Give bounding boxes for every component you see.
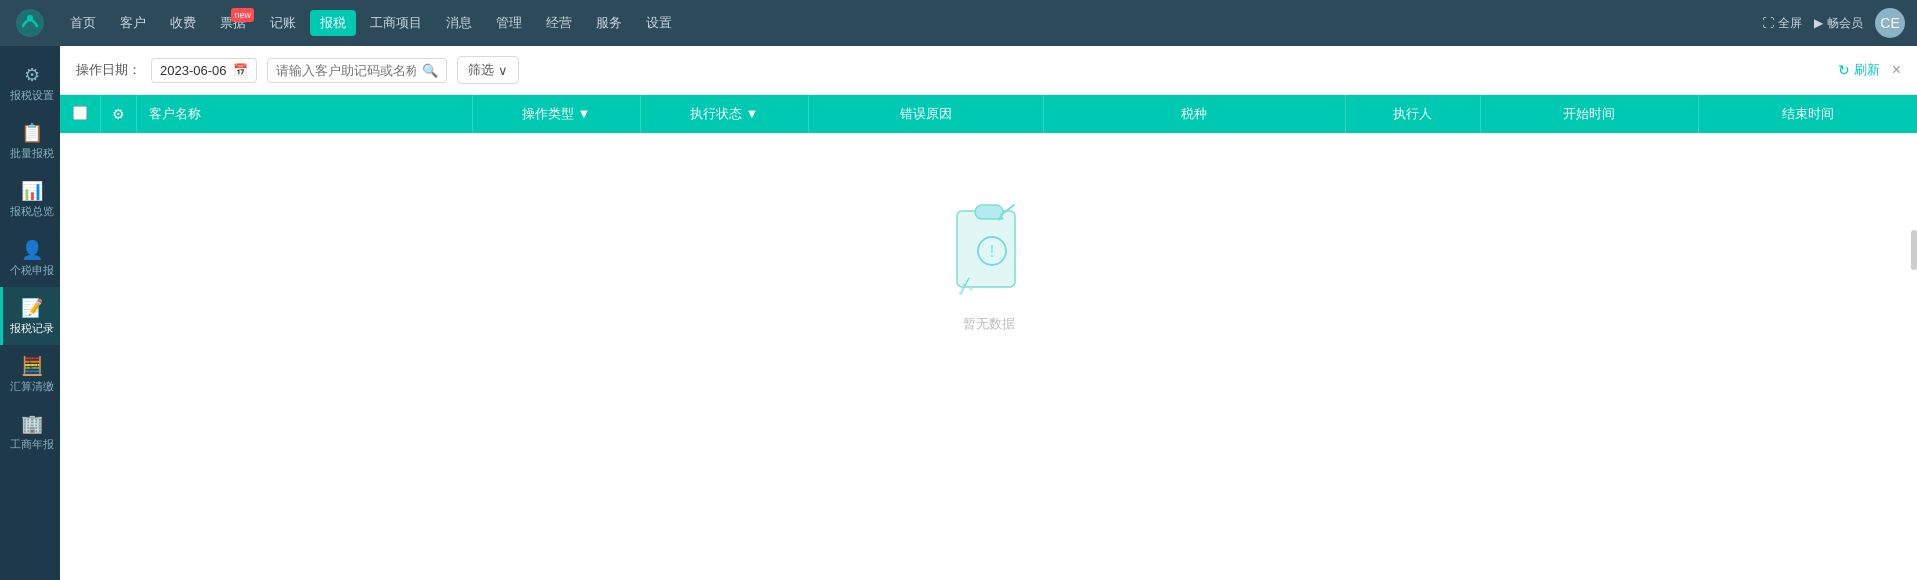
member-button[interactable]: ▶ 畅会员	[1814, 15, 1863, 32]
empty-text: 暂无数据	[963, 315, 1015, 333]
data-table: ⚙ 客户名称 操作类型 ▼ 执行状态 ▼ 错误原因 税种 执行人 开始时间 结束…	[60, 95, 1917, 373]
person-tax-icon: 👤	[21, 239, 43, 261]
nav-item-收费[interactable]: 收费	[160, 10, 206, 36]
nav-badge-票据: new	[231, 8, 254, 22]
nav-item-客户[interactable]: 客户	[110, 10, 156, 36]
sidebar-item-报税总览[interactable]: 📊 报税总览	[0, 170, 60, 228]
fullscreen-button[interactable]: ⛶ 全屏	[1762, 15, 1802, 32]
table-container: ⚙ 客户名称 操作类型 ▼ 执行状态 ▼ 错误原因 税种 执行人 开始时间 结束…	[60, 95, 1917, 580]
empty-state: !	[60, 133, 1917, 373]
nav-item-服务[interactable]: 服务	[586, 10, 632, 36]
close-icon: ×	[1892, 61, 1901, 78]
empty-illustration: !	[939, 193, 1039, 303]
gear-icon[interactable]: ⚙	[112, 106, 125, 122]
sidebar-label-报税总览: 报税总览	[10, 205, 54, 218]
nav-item-经营[interactable]: 经营	[536, 10, 582, 36]
sidebar: ⚙ 报税设置 📋 批量报税 📊 报税总览 👤 个税申报 📝 报税记录 🧮 汇算清缴 🏢 工商年报	[0, 46, 60, 580]
sidebar-label-个税申报: 个税申报	[10, 264, 54, 277]
content-area: 操作日期： 2023-06-06 📅 🔍 筛选 ∨ ↻ 刷新 ×	[60, 46, 1917, 580]
date-input[interactable]: 2023-06-06 📅	[151, 58, 257, 83]
refresh-button[interactable]: ↻ 刷新	[1838, 61, 1880, 79]
th-exec-status[interactable]: 执行状态 ▼	[640, 95, 808, 133]
sidebar-label-报税设置: 报税设置	[10, 89, 54, 102]
refresh-icon: ↻	[1838, 62, 1850, 78]
avatar[interactable]: CE	[1875, 8, 1905, 38]
sidebar-label-工商年报: 工商年报	[10, 438, 54, 451]
search-box[interactable]: 🔍	[267, 58, 447, 83]
sidebar-item-批量报税[interactable]: 📋 批量报税	[0, 112, 60, 170]
chevron-down-icon: ∨	[498, 63, 508, 78]
svg-rect-3	[975, 205, 1003, 219]
th-executor: 执行人	[1346, 95, 1480, 133]
fullscreen-label: 全屏	[1778, 15, 1802, 32]
scroll-indicator[interactable]	[1911, 230, 1917, 270]
th-checkbox[interactable]	[60, 95, 100, 133]
calculate-icon: 🧮	[21, 355, 43, 377]
overview-icon: 📊	[21, 180, 43, 202]
search-input[interactable]	[276, 63, 416, 78]
close-button[interactable]: ×	[1892, 61, 1901, 79]
sidebar-item-个税申报[interactable]: 👤 个税申报	[0, 229, 60, 287]
svg-point-9	[969, 288, 972, 291]
th-start-time: 开始时间	[1480, 95, 1698, 133]
main-layout: ⚙ 报税设置 📋 批量报税 📊 报税总览 👤 个税申报 📝 报税记录 🧮 汇算清缴 🏢 工商年报 操作日期…	[0, 46, 1917, 580]
table-body: !	[60, 133, 1917, 373]
member-label: 畅会员	[1827, 15, 1863, 32]
nav-item-报税[interactable]: 报税	[310, 10, 356, 36]
svg-point-1	[27, 15, 33, 21]
th-gear[interactable]: ⚙	[100, 95, 136, 133]
video-icon: ▶	[1814, 16, 1823, 30]
date-value: 2023-06-06	[160, 63, 227, 78]
nav-item-票据[interactable]: 票据new	[210, 10, 256, 36]
empty-row: !	[60, 133, 1917, 373]
record-icon: 📝	[21, 297, 43, 319]
top-nav: 首页客户收费票据new记账报税工商项目消息管理经营服务设置 ⛶ 全屏 ▶ 畅会员…	[0, 0, 1917, 46]
search-icon: 🔍	[422, 63, 438, 78]
nav-items: 首页客户收费票据new记账报税工商项目消息管理经营服务设置	[60, 10, 1762, 36]
calendar-icon: 📅	[233, 63, 248, 77]
table-header-row: ⚙ 客户名称 操作类型 ▼ 执行状态 ▼ 错误原因 税种 执行人 开始时间 结束…	[60, 95, 1917, 133]
logo	[12, 5, 48, 41]
svg-point-0	[16, 9, 44, 37]
nav-item-记账[interactable]: 记账	[260, 10, 306, 36]
sidebar-item-汇算清缴[interactable]: 🧮 汇算清缴	[0, 345, 60, 403]
filter-button[interactable]: 筛选 ∨	[457, 56, 519, 84]
refresh-label: 刷新	[1854, 61, 1880, 79]
th-end-time: 结束时间	[1699, 95, 1917, 133]
svg-text:!: !	[989, 243, 993, 260]
nav-item-消息[interactable]: 消息	[436, 10, 482, 36]
th-tax-type: 税种	[1043, 95, 1345, 133]
header-checkbox[interactable]	[73, 106, 87, 120]
settings-icon: ⚙	[21, 64, 43, 86]
toolbar-right: ↻ 刷新 ×	[1838, 61, 1901, 79]
batch-icon: 📋	[21, 122, 43, 144]
toolbar: 操作日期： 2023-06-06 📅 🔍 筛选 ∨ ↻ 刷新 ×	[60, 46, 1917, 95]
top-nav-right: ⛶ 全屏 ▶ 畅会员 CE	[1762, 8, 1905, 38]
nav-item-首页[interactable]: 首页	[60, 10, 106, 36]
sidebar-item-工商年报[interactable]: 🏢 工商年报	[0, 403, 60, 461]
nav-item-工商项目[interactable]: 工商项目	[360, 10, 432, 36]
nav-item-设置[interactable]: 设置	[636, 10, 682, 36]
sidebar-label-报税记录: 报税记录	[10, 322, 54, 335]
annual-report-icon: 🏢	[21, 413, 43, 435]
th-operation-type[interactable]: 操作类型 ▼	[472, 95, 640, 133]
date-label: 操作日期：	[76, 61, 141, 79]
svg-point-11	[959, 291, 963, 295]
fullscreen-icon: ⛶	[1762, 16, 1774, 30]
sidebar-label-汇算清缴: 汇算清缴	[10, 380, 54, 393]
th-customer-name: 客户名称	[136, 95, 472, 133]
nav-item-管理[interactable]: 管理	[486, 10, 532, 36]
sidebar-item-报税记录[interactable]: 📝 报税记录	[0, 287, 60, 345]
filter-label: 筛选	[468, 61, 494, 79]
sidebar-item-报税设置[interactable]: ⚙ 报税设置	[0, 54, 60, 112]
th-error-reason: 错误原因	[808, 95, 1043, 133]
sidebar-label-批量报税: 批量报税	[10, 147, 54, 160]
